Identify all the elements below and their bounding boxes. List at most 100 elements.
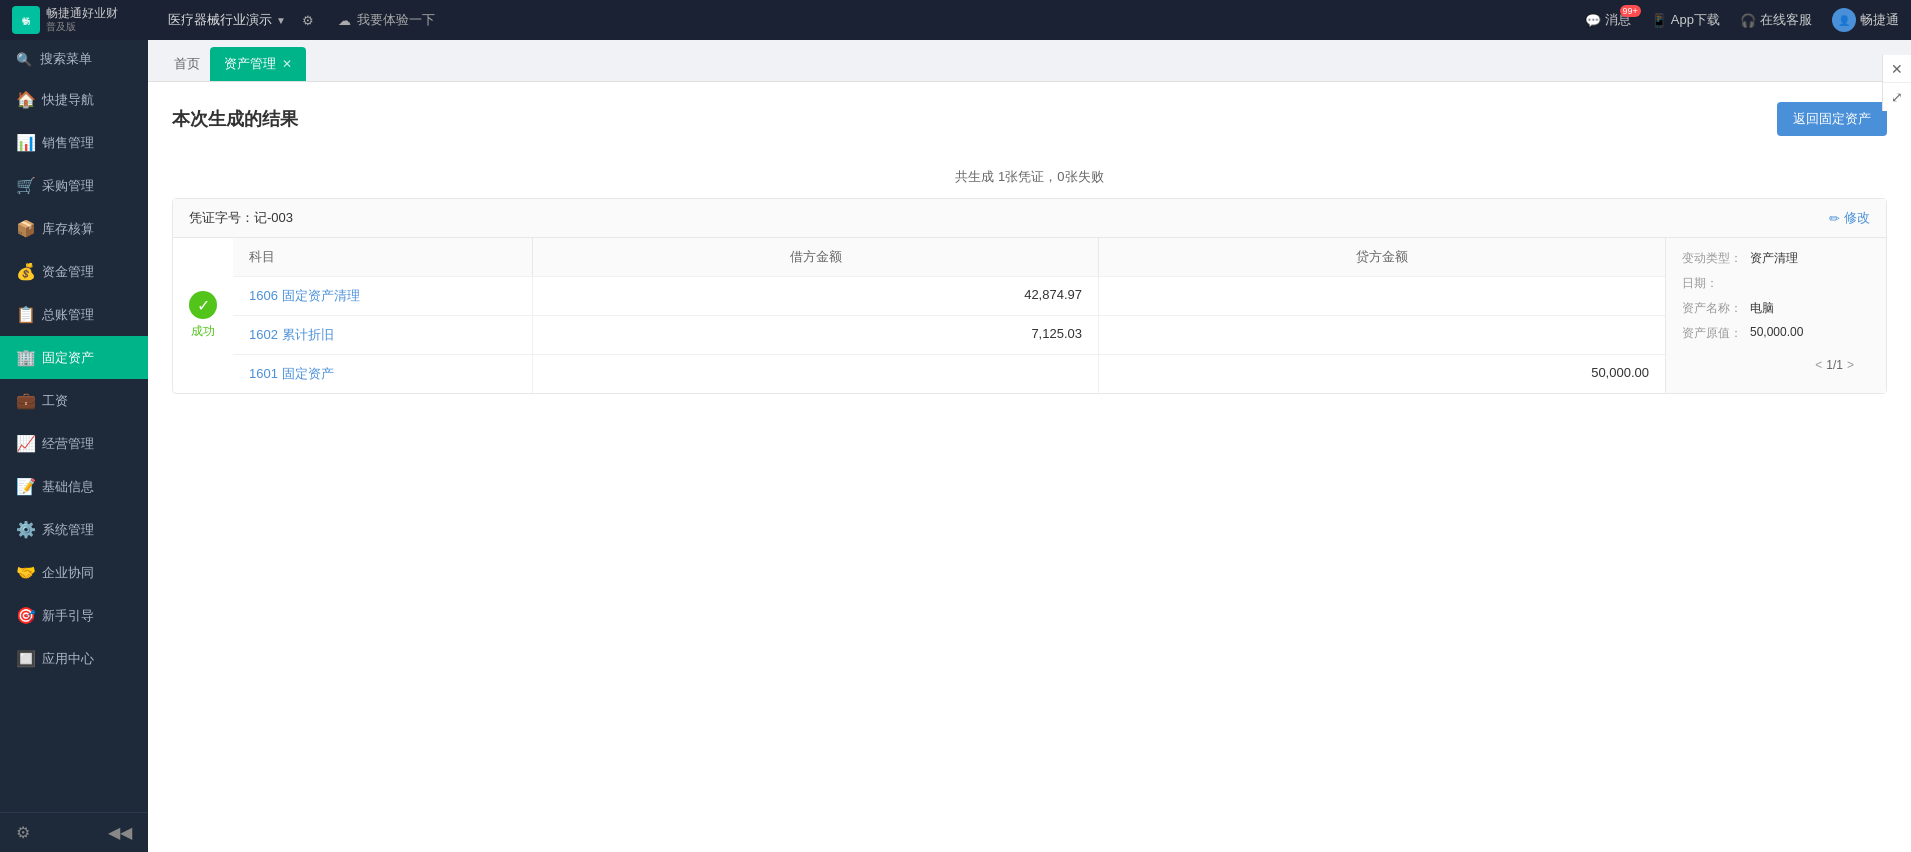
table-header: 科目 借方金额 贷方金额 bbox=[233, 238, 1665, 276]
edit-icon: ✏ bbox=[1829, 211, 1840, 226]
voucher-header: 凭证字号：记-003 ✏ 修改 bbox=[173, 199, 1886, 238]
svg-text:畅: 畅 bbox=[22, 17, 30, 26]
success-text: 成功 bbox=[191, 323, 215, 340]
customer-service-label: 在线客服 bbox=[1760, 11, 1812, 29]
tab-label: 资产管理 bbox=[224, 55, 276, 73]
sidebar-item-inventory[interactable]: 📦 库存核算 bbox=[0, 207, 148, 250]
sidebar-collapse-btn[interactable]: ◀◀ bbox=[108, 823, 132, 842]
subject-link-3[interactable]: 1601 固定资产 bbox=[249, 366, 334, 381]
page-info: 1/1 bbox=[1826, 358, 1843, 372]
funds-icon: 💰 bbox=[16, 262, 34, 281]
subject-link-2[interactable]: 1602 累计折旧 bbox=[249, 327, 334, 342]
date-label: 日期： bbox=[1682, 275, 1718, 292]
prev-page-btn[interactable]: < bbox=[1815, 358, 1822, 372]
logo-icon: 畅 bbox=[12, 6, 40, 34]
download-icon: 📱 bbox=[1651, 13, 1667, 28]
logo-area: 畅 畅捷通好业财 普及版 bbox=[12, 6, 160, 34]
asset-name-label: 资产名称： bbox=[1682, 300, 1742, 317]
voucher-body: ✓ 成功 科目 借方金额 贷方金额 1606 固定资产清 bbox=[173, 238, 1886, 393]
company-selector[interactable]: 医疗器械行业演示 ▼ bbox=[168, 11, 286, 29]
payroll-icon: 💼 bbox=[16, 391, 34, 410]
sidebar-settings-btn[interactable]: ⚙ bbox=[16, 823, 30, 842]
customer-service-button[interactable]: 🎧 在线客服 bbox=[1740, 11, 1812, 29]
ledger-icon: 📋 bbox=[16, 305, 34, 324]
operations-icon: 📈 bbox=[16, 434, 34, 453]
sidebar-item-enterprise[interactable]: 🤝 企业协同 bbox=[0, 551, 148, 594]
experience-button[interactable]: ☁ 我要体验一下 bbox=[338, 11, 435, 29]
basic-info-icon: 📝 bbox=[16, 477, 34, 496]
cloud-icon: ☁ bbox=[338, 13, 351, 28]
sidebar-item-label: 快捷导航 bbox=[42, 91, 94, 109]
message-button[interactable]: 💬 消息 99+ bbox=[1585, 11, 1631, 29]
page-header: 本次生成的结果 返回固定资产 bbox=[172, 102, 1887, 136]
change-type-value: 资产清理 bbox=[1750, 250, 1798, 267]
col-header-debit: 借方金额 bbox=[533, 238, 1099, 276]
top-header: 畅 畅捷通好业财 普及版 医疗器械行业演示 ▼ ⚙ ☁ 我要体验一下 💬 消息 … bbox=[0, 0, 1911, 40]
sidebar-item-ledger[interactable]: 📋 总账管理 bbox=[0, 293, 148, 336]
sidebar-item-quick-nav[interactable]: 🏠 快捷导航 bbox=[0, 78, 148, 121]
sidebar-item-label: 企业协同 bbox=[42, 564, 94, 582]
sidebar-item-funds[interactable]: 💰 资金管理 bbox=[0, 250, 148, 293]
cell-subject-2: 1602 累计折旧 bbox=[233, 316, 533, 354]
sidebar-item-app-center[interactable]: 🔲 应用中心 bbox=[0, 637, 148, 680]
sidebar-item-sales[interactable]: 📊 销售管理 bbox=[0, 121, 148, 164]
app-download-label: App下载 bbox=[1671, 11, 1720, 29]
original-value-value: 50,000.00 bbox=[1750, 325, 1803, 342]
pagination: < 1/1 > bbox=[1682, 350, 1870, 380]
cell-credit-3: 50,000.00 bbox=[1099, 355, 1665, 393]
next-page-btn[interactable]: > bbox=[1847, 358, 1854, 372]
sidebar-item-label: 库存核算 bbox=[42, 220, 94, 238]
app-download-button[interactable]: 📱 App下载 bbox=[1651, 11, 1720, 29]
sidebar-item-payroll[interactable]: 💼 工资 bbox=[0, 379, 148, 422]
subject-link-1[interactable]: 1606 固定资产清理 bbox=[249, 288, 360, 303]
user-menu[interactable]: 👤 畅捷通 bbox=[1832, 8, 1899, 32]
settings-icon[interactable]: ⚙ bbox=[294, 6, 322, 34]
page-content: 本次生成的结果 返回固定资产 共生成 1张凭证，0张失败 凭证字号：记-003 … bbox=[148, 82, 1911, 852]
sidebar-item-label: 总账管理 bbox=[42, 306, 94, 324]
sidebar-item-purchase[interactable]: 🛒 采购管理 bbox=[0, 164, 148, 207]
guide-icon: 🎯 bbox=[16, 606, 34, 625]
panel-expand-btn[interactable]: ⤢ bbox=[1883, 83, 1911, 111]
info-row-asset-name: 资产名称： 电脑 bbox=[1682, 300, 1870, 317]
sidebar-scroll: 🏠 快捷导航 📊 销售管理 🛒 采购管理 📦 库存核算 💰 资金管理 📋 bbox=[0, 78, 148, 812]
tab-asset-management[interactable]: 资产管理 ✕ bbox=[210, 47, 306, 81]
tab-close-icon[interactable]: ✕ bbox=[282, 57, 292, 71]
edit-button[interactable]: ✏ 修改 bbox=[1829, 209, 1870, 227]
voucher-number: 凭证字号：记-003 bbox=[189, 209, 293, 227]
table-row: 1606 固定资产清理 42,874.97 bbox=[233, 276, 1665, 315]
sidebar-item-system[interactable]: ⚙️ 系统管理 bbox=[0, 508, 148, 551]
inventory-icon: 📦 bbox=[16, 219, 34, 238]
table-row: 1601 固定资产 50,000.00 bbox=[233, 354, 1665, 393]
user-name: 畅捷通 bbox=[1860, 11, 1899, 29]
cell-subject-1: 1606 固定资产清理 bbox=[233, 277, 533, 315]
sidebar-item-fixed-assets[interactable]: 🏢 固定资产 bbox=[0, 336, 148, 379]
table-row: 1602 累计折旧 7,125.03 bbox=[233, 315, 1665, 354]
sidebar-item-label: 销售管理 bbox=[42, 134, 94, 152]
page-title: 本次生成的结果 bbox=[172, 107, 298, 131]
sidebar-item-guide[interactable]: 🎯 新手引导 bbox=[0, 594, 148, 637]
tab-bar: 首页 资产管理 ✕ bbox=[148, 40, 1911, 82]
message-icon: 💬 bbox=[1585, 13, 1601, 28]
cell-subject-3: 1601 固定资产 bbox=[233, 355, 533, 393]
sidebar-search[interactable]: 🔍 搜索菜单 bbox=[0, 40, 148, 78]
success-indicator: ✓ 成功 bbox=[173, 238, 233, 393]
sidebar-item-label: 工资 bbox=[42, 392, 68, 410]
avatar: 👤 bbox=[1832, 8, 1856, 32]
cell-debit-1: 42,874.97 bbox=[533, 277, 1099, 315]
info-row-original-value: 资产原值： 50,000.00 bbox=[1682, 325, 1870, 342]
sidebar-bottom: ⚙ ◀◀ bbox=[0, 812, 148, 852]
panel-close-btn[interactable]: ✕ bbox=[1883, 55, 1911, 83]
sidebar-item-basic-info[interactable]: 📝 基础信息 bbox=[0, 465, 148, 508]
search-label: 搜索菜单 bbox=[40, 50, 92, 68]
logo-name: 畅捷通好业财 bbox=[46, 6, 118, 20]
sidebar-item-operations[interactable]: 📈 经营管理 bbox=[0, 422, 148, 465]
cell-credit-1 bbox=[1099, 277, 1665, 315]
app-center-icon: 🔲 bbox=[16, 649, 34, 668]
sidebar: 🔍 搜索菜单 🏠 快捷导航 📊 销售管理 🛒 采购管理 📦 库存核算 💰 bbox=[0, 40, 148, 852]
success-icon: ✓ bbox=[189, 291, 217, 319]
fixed-assets-icon: 🏢 bbox=[16, 348, 34, 367]
edit-label: 修改 bbox=[1844, 209, 1870, 227]
return-button[interactable]: 返回固定资产 bbox=[1777, 102, 1887, 136]
enterprise-icon: 🤝 bbox=[16, 563, 34, 582]
tab-home[interactable]: 首页 bbox=[164, 47, 210, 81]
